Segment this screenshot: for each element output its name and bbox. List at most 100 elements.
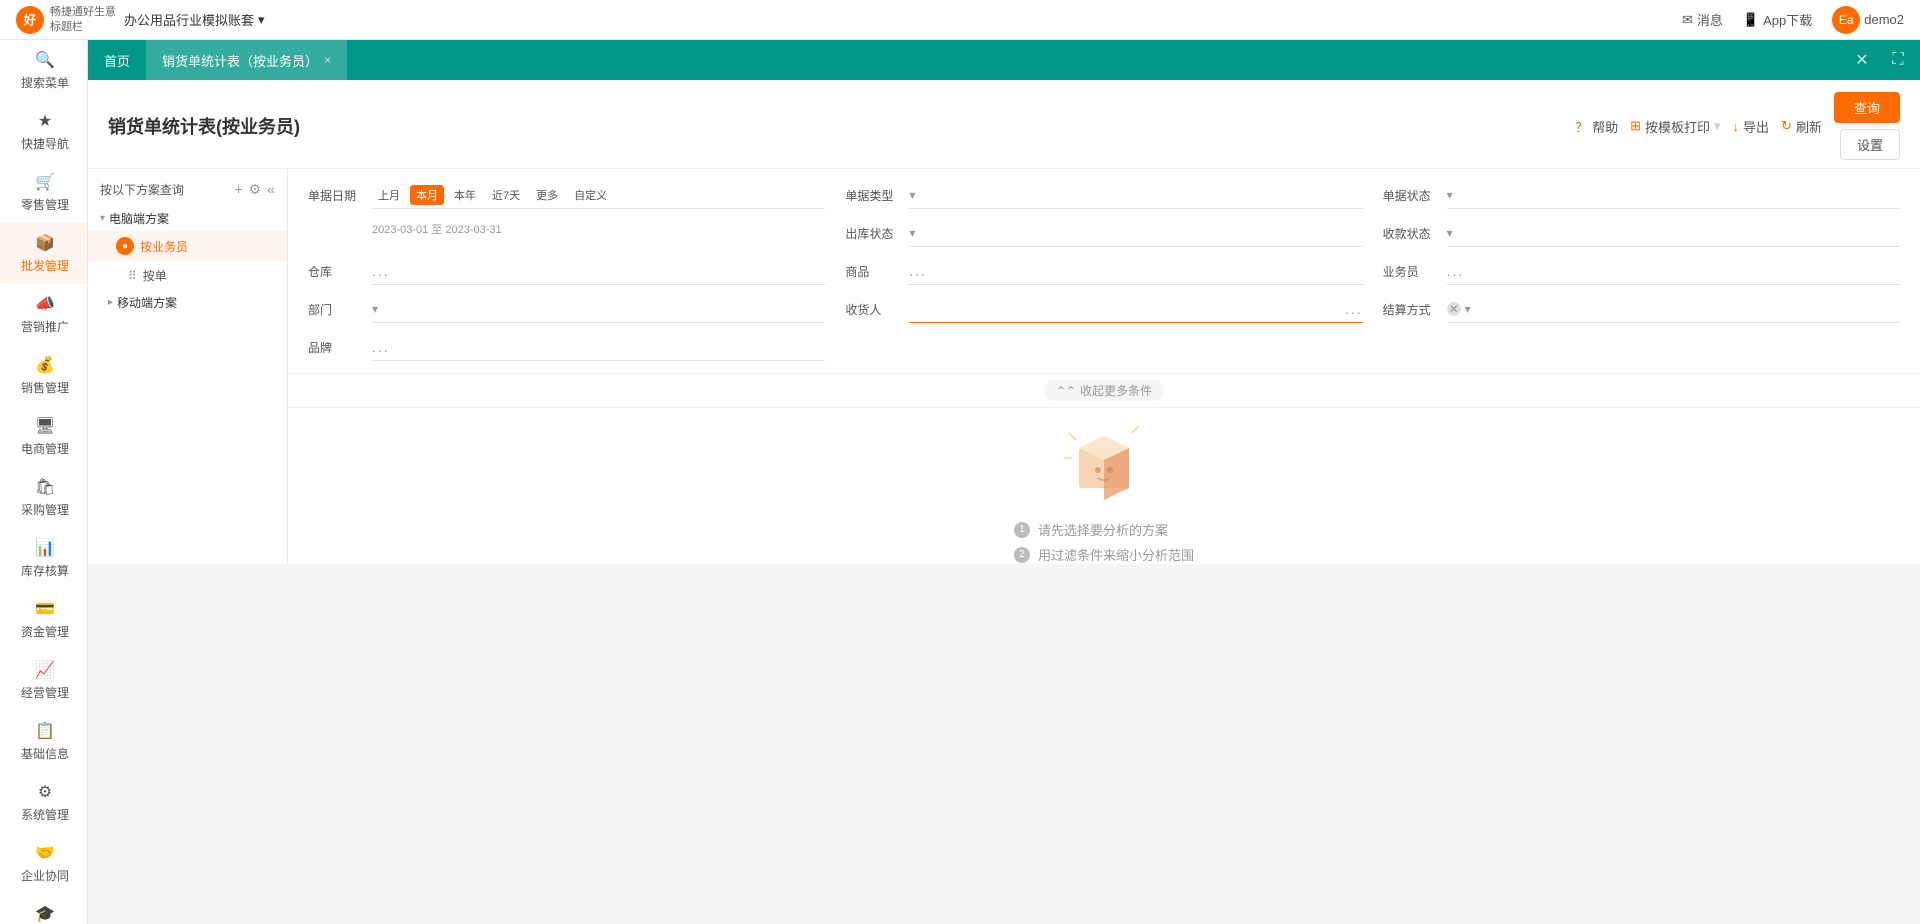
enterprise-icon: 🤝 — [35, 843, 55, 863]
scheme-item-by-salesperson[interactable]: ● 按业务员 — [88, 231, 287, 261]
settings-button[interactable]: 设置 — [1840, 129, 1900, 160]
salesperson-dots[interactable]: ... — [1447, 263, 1465, 279]
sidebar-item-marketing[interactable]: 📣 营销推广 — [0, 284, 87, 345]
sidebar-item-purchase[interactable]: 🛍 采购管理 — [0, 467, 87, 528]
payment-clear-btn[interactable]: ✕ — [1447, 302, 1461, 316]
receiver-input[interactable] — [909, 302, 1341, 316]
out-status-dropdown-icon[interactable]: ▾ — [909, 226, 915, 240]
sidebar-item-wholesale[interactable]: 📦 批发管理 — [0, 223, 87, 284]
sub-icon: ⠿ — [128, 269, 137, 283]
message-icon: ✉ — [1682, 12, 1693, 28]
user-action[interactable]: Ea demo2 — [1832, 6, 1904, 34]
product-control[interactable]: ... — [909, 257, 1362, 285]
industry-dropdown[interactable]: 办公用品行业模拟账套 ▾ — [124, 10, 265, 29]
warehouse-dots[interactable]: ... — [372, 263, 390, 279]
add-scheme-btn[interactable]: + — [234, 181, 242, 198]
tab-maximize-btn[interactable]: ⛶ — [1884, 46, 1912, 74]
empty-state: 1 请先选择要分析的方案 2 用过滤条件来缩小分析范围 — [288, 408, 1920, 564]
print-btn[interactable]: ⊞ 按模板打印 ▾ — [1630, 117, 1720, 136]
date-btn-custom[interactable]: 自定义 — [568, 185, 613, 205]
tab-home[interactable]: 首页 — [88, 51, 146, 70]
collapse-conditions-btn[interactable]: ⌃⌃ 收起更多条件 — [1044, 380, 1164, 401]
brand-control[interactable]: ... — [372, 333, 825, 361]
scheme-sub-item-by-order[interactable]: ⠿ 按单 — [88, 261, 287, 290]
doc-status-label: 单据状态 — [1383, 187, 1439, 204]
receiver-control[interactable]: ... — [909, 295, 1362, 323]
date-btn-7days[interactable]: 近7天 — [486, 185, 526, 205]
filter-row-date-range: 2023-03-01 至 2023-03-31 — [308, 211, 825, 247]
page-content: 销货单统计表(按业务员) ？ 帮助 ⊞ 按模板打印 ▾ ↓ 导出 — [88, 80, 1920, 924]
doc-status-dropdown-icon[interactable]: ▾ — [1447, 188, 1453, 202]
doc-status-control[interactable]: ▾ — [1447, 181, 1900, 209]
refresh-icon: ↻ — [1781, 118, 1792, 134]
doc-type-control[interactable]: ▾ — [909, 181, 1362, 209]
sidebar-item-retail[interactable]: 🛒 零售管理 — [0, 162, 87, 223]
product-dots[interactable]: ... — [909, 263, 927, 279]
payment-label: 结算方式 — [1383, 301, 1439, 318]
sidebar-item-sales[interactable]: 💰 销售管理 — [0, 345, 87, 406]
wholesale-icon: 📦 — [35, 233, 55, 253]
tab-current[interactable]: 销货单统计表（按业务员） × — [146, 40, 347, 80]
top-bar: 好 畅捷通好生意 标题栏 办公用品行业模拟账套 ▾ ✉ 消息 📱 App下载 E… — [0, 0, 1920, 40]
out-status-control[interactable]: ▾ — [909, 219, 1362, 247]
pc-scheme-group[interactable]: ▾ 电脑端方案 — [88, 206, 287, 231]
export-icon: ↓ — [1733, 119, 1740, 134]
main-layout: 🔍 搜索菜单 ★ 快捷导航 🛒 零售管理 📦 批发管理 📣 营销推广 💰 销售管… — [0, 40, 1920, 924]
settings-scheme-btn[interactable]: ⚙ — [249, 181, 262, 198]
close-window-icon: ✕ — [1855, 50, 1868, 70]
app-download-action[interactable]: 📱 App下载 — [1743, 10, 1812, 29]
sidebar-item-search-menu[interactable]: 🔍 搜索菜单 — [0, 40, 87, 101]
help-btn[interactable]: ？ 帮助 — [1575, 117, 1618, 136]
sidebar-item-system[interactable]: ⚙ 系统管理 — [0, 772, 87, 833]
sidebar-item-basic[interactable]: 📋 基础信息 — [0, 711, 87, 772]
print-icon: ⊞ — [1630, 118, 1641, 134]
date-btn-this-month[interactable]: 本月 — [410, 185, 444, 205]
print-dropdown-icon[interactable]: ▾ — [1714, 118, 1721, 134]
sidebar-item-ecommerce[interactable]: 🖥 电商管理 — [0, 406, 87, 467]
sidebar-item-inventory[interactable]: 📊 库存核算 — [0, 528, 87, 589]
receiver-dots[interactable]: ... — [1345, 301, 1363, 317]
sidebar-item-operation[interactable]: 📈 经营管理 — [0, 650, 87, 711]
tab-close-btn[interactable]: ✕ — [1848, 46, 1876, 74]
sidebar-item-shortcut[interactable]: ★ 快捷导航 — [0, 101, 87, 162]
query-button[interactable]: 查询 — [1834, 92, 1900, 123]
department-dropdown-icon[interactable]: ▾ — [372, 302, 378, 316]
active-scheme-dot: ● — [116, 237, 134, 255]
collect-status-control[interactable]: ▾ — [1447, 219, 1900, 247]
step-2-num: 2 — [1014, 547, 1030, 563]
salesperson-control[interactable]: ... — [1447, 257, 1900, 285]
collapse-scheme-btn[interactable]: « — [267, 181, 275, 198]
sidebar-item-finance[interactable]: 💳 资金管理 — [0, 589, 87, 650]
filter-row-doc-status: 单据状态 ▾ — [1383, 181, 1900, 209]
department-control[interactable]: ▾ — [372, 295, 825, 323]
step-1-num: 1 — [1014, 522, 1030, 538]
mobile-scheme-group[interactable]: ▸ 移动端方案 — [88, 290, 287, 315]
message-action[interactable]: ✉ 消息 — [1682, 10, 1723, 29]
warehouse-control[interactable]: ... — [372, 257, 825, 285]
mobile-group-arrow-icon: ▸ — [108, 297, 113, 308]
scheme-panel: 按以下方案查询 + ⚙ « ▾ 电脑端方案 ● 按业务员 — [88, 169, 288, 564]
date-range-text: 2023-03-01 至 2023-03-31 — [372, 221, 502, 237]
collect-status-dropdown-icon[interactable]: ▾ — [1447, 226, 1453, 240]
filter-row-date: 单据日期 上月 本月 本年 近7天 更多 自定义 — [308, 181, 825, 209]
doc-type-dropdown-icon[interactable]: ▾ — [909, 188, 915, 202]
sidebar-item-newbie[interactable]: 🎓 新手引导 — [0, 894, 87, 924]
tab-bar: 首页 销货单统计表（按业务员） × ✕ ⛶ — [88, 40, 1920, 80]
brand-dots[interactable]: ... — [372, 339, 390, 355]
inventory-icon: 📊 — [35, 538, 55, 558]
department-label: 部门 — [308, 301, 364, 318]
filter-row-warehouse: 仓库 ... — [308, 257, 825, 285]
date-btn-this-year[interactable]: 本年 — [448, 185, 482, 205]
doc-type-label: 单据类型 — [845, 187, 901, 204]
payment-dropdown-icon[interactable]: ▾ — [1465, 302, 1471, 316]
date-control: 上月 本月 本年 近7天 更多 自定义 — [372, 181, 825, 209]
logo-icon: 好 — [16, 6, 44, 34]
system-icon: ⚙ — [38, 782, 52, 802]
export-btn[interactable]: ↓ 导出 — [1733, 117, 1770, 136]
date-btn-last-month[interactable]: 上月 — [372, 185, 406, 205]
newbie-icon: 🎓 — [35, 904, 55, 924]
date-btn-more[interactable]: 更多 — [530, 185, 564, 205]
sidebar-item-enterprise[interactable]: 🤝 企业协同 — [0, 833, 87, 894]
refresh-btn[interactable]: ↻ 刷新 — [1781, 117, 1822, 136]
tab-close-icon[interactable]: × — [324, 53, 331, 67]
